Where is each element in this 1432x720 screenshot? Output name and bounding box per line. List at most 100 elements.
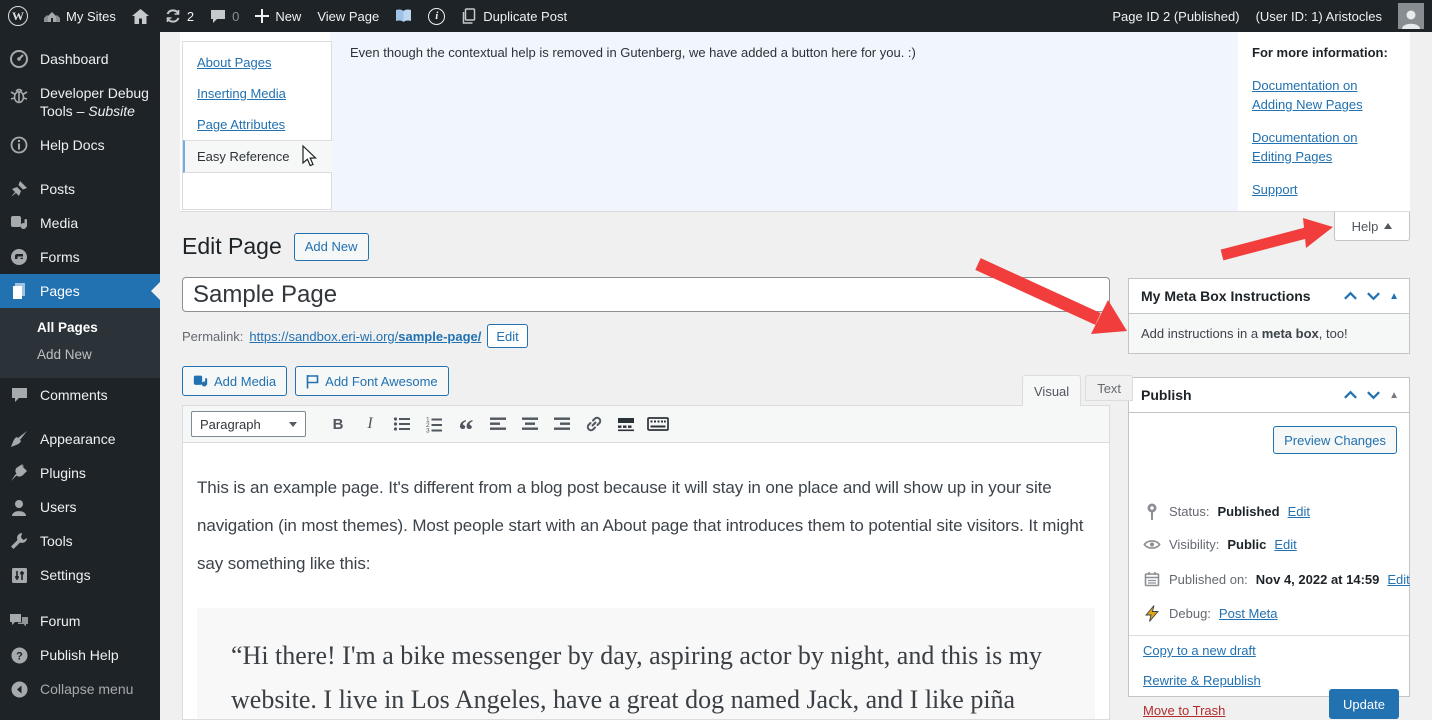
- sidebar-item-developer-debug-tools[interactable]: Developer Debug Tools – Subsite: [0, 76, 160, 128]
- collapse-arrow-icon: [8, 681, 30, 698]
- editor-content-area[interactable]: This is an example page. It's different …: [183, 443, 1109, 719]
- sidebar-label: Appearance: [40, 431, 116, 447]
- site-home-link[interactable]: [124, 0, 157, 32]
- publish-box: Publish ▲ Preview Changes Status: Publish…: [1128, 377, 1410, 719]
- user-avatar[interactable]: [1398, 3, 1424, 29]
- paragraph-format-select[interactable]: Paragraph: [191, 411, 306, 437]
- add-font-awesome-button[interactable]: Add Font Awesome: [295, 366, 449, 396]
- calendar-icon: [1143, 571, 1161, 587]
- read-more-tag-button[interactable]: [612, 411, 640, 437]
- move-to-trash-link[interactable]: Move to Trash: [1143, 703, 1225, 718]
- help-link-editing-pages[interactable]: Documentation on Editing Pages: [1252, 128, 1372, 166]
- copy-to-new-draft-link[interactable]: Copy to a new draft: [1143, 643, 1256, 658]
- sidebar-item-comments[interactable]: Comments: [0, 378, 160, 412]
- move-down-icon[interactable]: [1366, 390, 1381, 400]
- align-right-button[interactable]: [548, 411, 576, 437]
- move-up-icon[interactable]: [1343, 291, 1358, 301]
- collapse-toggle-icon[interactable]: ▲: [1389, 390, 1399, 401]
- submenu-add-new[interactable]: Add New: [37, 341, 160, 368]
- move-down-icon[interactable]: [1366, 291, 1381, 301]
- sidebar-item-dashboard[interactable]: Dashboard: [0, 42, 160, 76]
- collapse-toggle-icon[interactable]: ▲: [1389, 291, 1399, 302]
- comments-menu[interactable]: 0: [202, 0, 247, 32]
- my-sites-menu[interactable]: My Sites: [36, 0, 124, 32]
- align-left-button[interactable]: [484, 411, 512, 437]
- sidebar-item-plugins[interactable]: Plugins: [0, 456, 160, 490]
- sidebar-label: Forms: [40, 249, 80, 265]
- sidebar-item-pages[interactable]: Pages: [0, 274, 160, 308]
- editor-toolbar: Paragraph B I 123 “: [183, 406, 1109, 446]
- submenu-all-pages[interactable]: All Pages: [37, 314, 160, 341]
- move-up-icon[interactable]: [1343, 390, 1358, 400]
- help-toggle-button[interactable]: Help: [1334, 212, 1410, 241]
- blockquote-button[interactable]: “: [452, 411, 480, 446]
- help-tab-page-attributes[interactable]: Page Attributes: [183, 109, 331, 140]
- edit-permalink-button[interactable]: Edit: [487, 324, 528, 348]
- info-icon: i: [428, 7, 446, 25]
- add-media-label: Add Media: [214, 373, 277, 389]
- paintbrush-icon: [8, 430, 30, 448]
- visual-editor-tab[interactable]: Visual: [1022, 375, 1082, 406]
- help-link-adding-new-pages[interactable]: Documentation on Adding New Pages: [1252, 76, 1372, 114]
- visual-editor: Paragraph B I 123 “ This is an example p…: [182, 405, 1110, 720]
- forum-chat-icon: [8, 613, 30, 630]
- sidebar-collapse-menu[interactable]: Collapse menu: [0, 672, 160, 706]
- duplicate-post-menu[interactable]: Duplicate Post: [453, 0, 575, 32]
- add-media-button[interactable]: Add Media: [182, 366, 288, 396]
- toolbar-toggle-button[interactable]: [644, 411, 672, 437]
- docs-menu[interactable]: [387, 0, 420, 32]
- network-sites-icon: [44, 9, 60, 23]
- bold-button[interactable]: B: [324, 411, 352, 437]
- rewrite-republish-link[interactable]: Rewrite & Republish: [1143, 673, 1261, 688]
- help-tab-inserting-media[interactable]: Inserting Media: [183, 78, 331, 109]
- updates-icon: [165, 8, 181, 24]
- edit-status-link[interactable]: Edit: [1288, 504, 1310, 519]
- sidebar-item-tools[interactable]: Tools: [0, 524, 160, 558]
- sidebar-item-appearance[interactable]: Appearance: [0, 422, 160, 456]
- help-link-support[interactable]: Support: [1252, 180, 1372, 199]
- numbered-list-button[interactable]: 123: [420, 411, 448, 437]
- debug-row: Debug: Post Meta: [1143, 605, 1277, 622]
- sidebar-item-posts[interactable]: Posts: [0, 172, 160, 206]
- svg-text:3: 3: [426, 428, 430, 435]
- permalink-link[interactable]: https://sandbox.eri-wi.org/sample-page/: [249, 329, 481, 344]
- view-page-link[interactable]: View Page: [309, 0, 387, 32]
- preview-changes-button[interactable]: Preview Changes: [1273, 426, 1397, 454]
- text-editor-tab[interactable]: Text: [1085, 375, 1134, 401]
- sidebar-label: Tools: [40, 533, 73, 549]
- align-center-button[interactable]: [516, 411, 544, 437]
- post-meta-link[interactable]: Post Meta: [1219, 606, 1278, 621]
- sidebar-item-settings[interactable]: Settings: [0, 558, 160, 592]
- eye-icon: [1143, 538, 1161, 551]
- red-arrow-to-help-button: [1220, 218, 1333, 261]
- sidebar-label: Publish Help: [40, 647, 119, 663]
- info-menu[interactable]: i: [420, 0, 453, 32]
- update-button[interactable]: Update: [1329, 689, 1399, 719]
- insert-link-button[interactable]: [580, 411, 608, 437]
- updates-menu[interactable]: 2: [157, 0, 202, 32]
- page-title: Edit Page: [182, 233, 282, 259]
- permalink-label: Permalink:: [182, 328, 244, 344]
- wordpress-logo-menu[interactable]: W: [0, 0, 36, 32]
- bullet-list-button[interactable]: [388, 411, 416, 437]
- new-content-menu[interactable]: New: [247, 0, 309, 32]
- sidebar-item-publish-help[interactable]: ? Publish Help: [0, 638, 160, 672]
- sidebar-item-media[interactable]: Media: [0, 206, 160, 240]
- sidebar-item-forum[interactable]: Forum: [0, 604, 160, 638]
- help-tab-content: Even though the contextual help is remov…: [330, 32, 1238, 211]
- home-icon: [131, 8, 149, 24]
- help-tab-about-pages[interactable]: About Pages: [183, 47, 331, 78]
- add-new-button[interactable]: Add New: [293, 232, 369, 261]
- user-account-label[interactable]: (User ID: 1) Aristocles: [1256, 9, 1382, 24]
- edit-visibility-link[interactable]: Edit: [1274, 537, 1296, 552]
- edit-published-date-link[interactable]: Edit: [1387, 572, 1409, 587]
- help-tab-easy-reference[interactable]: Easy Reference: [183, 140, 332, 173]
- sidebar-item-users[interactable]: Users: [0, 490, 160, 524]
- help-toggle-label: Help: [1351, 218, 1379, 234]
- italic-button[interactable]: I: [356, 411, 384, 437]
- page-status-indicator: Page ID 2 (Published): [1112, 8, 1240, 24]
- post-title-input[interactable]: [182, 277, 1110, 312]
- view-page-label: View Page: [317, 8, 380, 24]
- sidebar-item-help-docs[interactable]: Help Docs: [0, 128, 160, 162]
- sidebar-item-forms[interactable]: Forms: [0, 240, 160, 274]
